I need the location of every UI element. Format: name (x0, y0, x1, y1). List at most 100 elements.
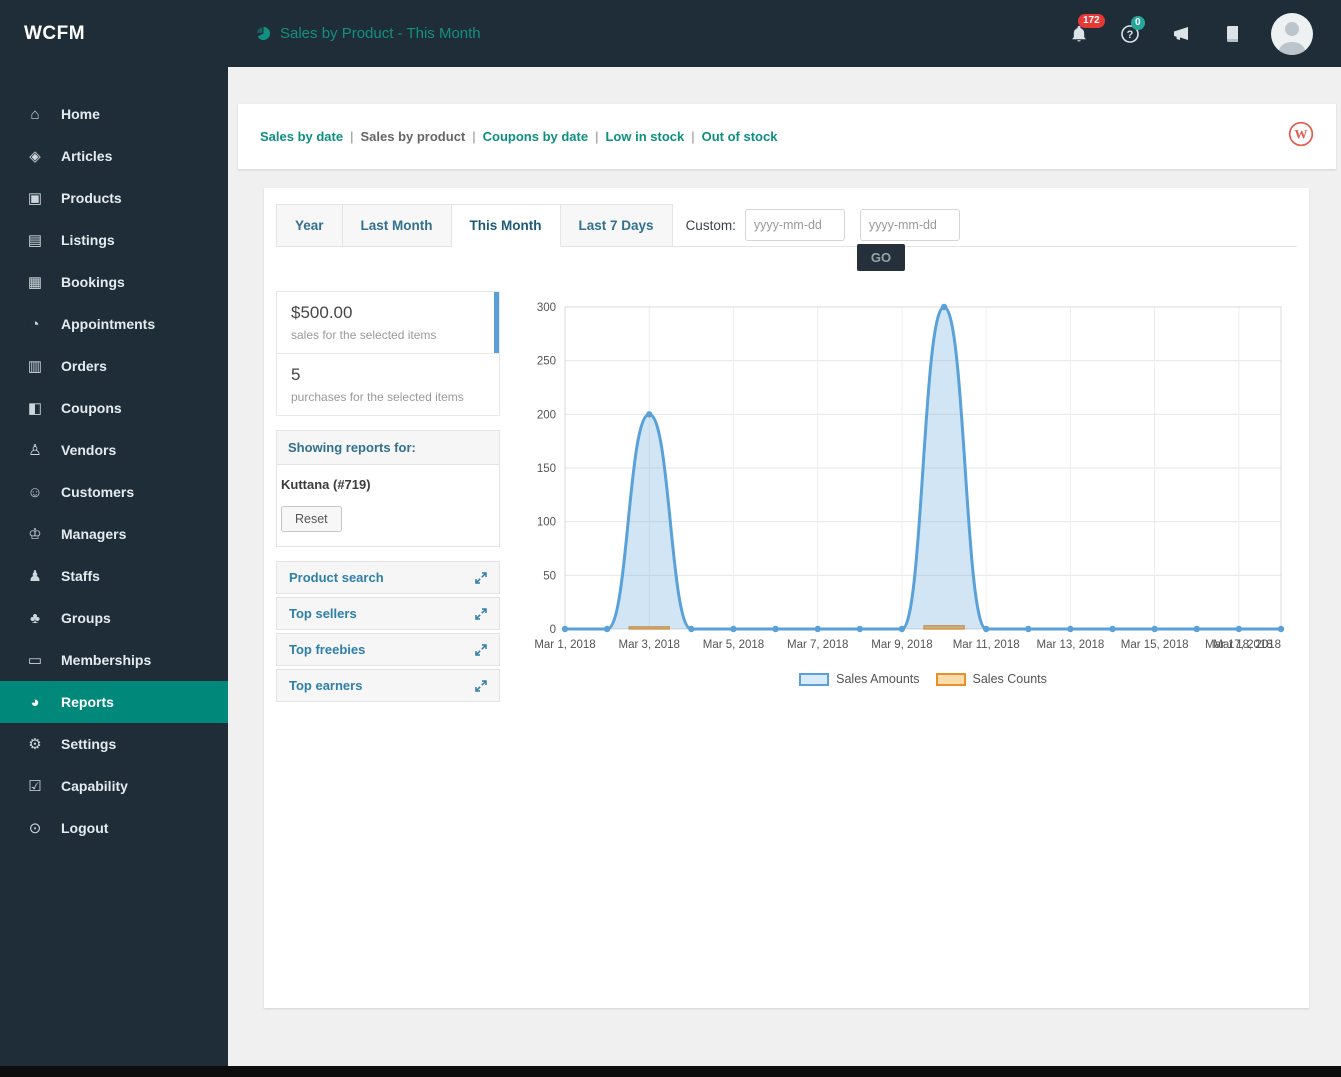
svg-text:300: 300 (537, 302, 556, 314)
breadcrumb-link-sales-by-date[interactable]: Sales by date (260, 129, 343, 144)
sidebar-item-memberships[interactable]: ▭ Memberships (0, 639, 228, 681)
sidebar-item-settings[interactable]: ⚙ Settings (0, 723, 228, 765)
expand-icon (475, 679, 487, 692)
panel-top-freebies[interactable]: Top freebies (276, 633, 500, 666)
sidebar-item-label: Articles (61, 148, 113, 164)
vendor-name: Kuttana (#719) (281, 477, 371, 492)
reports-icon: ◕ (30, 693, 40, 711)
top-header: WCFM Sales by Product - This Month 172 ?… (0, 0, 1341, 67)
sidebar-item-articles[interactable]: ◈ Articles (0, 135, 228, 177)
legend-item-sales-amounts: Sales Amounts (799, 672, 920, 686)
purchases-value: 5 (291, 365, 301, 384)
sidebar-item-label: Appointments (61, 316, 156, 332)
sidebar-item-staffs[interactable]: ♟ Staffs (0, 555, 228, 597)
sidebar-item-listings[interactable]: ▤ Listings (0, 219, 228, 261)
showing-reports-body: Kuttana (#719) Reset (277, 465, 499, 546)
announcements-megaphone-icon[interactable] (1169, 22, 1193, 46)
svg-text:200: 200 (537, 409, 556, 421)
sidebar-item-logout[interactable]: ⊙ Logout (0, 807, 228, 849)
tab-last-month[interactable]: Last Month (342, 204, 452, 247)
breadcrumb-link-low-in-stock[interactable]: Low in stock (605, 129, 684, 144)
sidebar-item-label: Memberships (61, 652, 152, 668)
wordpress-logo-icon[interactable]: W (1288, 121, 1314, 152)
sidebar-item-label: Listings (61, 232, 115, 248)
showing-reports-heading: Showing reports for: (277, 431, 499, 465)
sidebar-item-home[interactable]: ⌂ Home (0, 93, 228, 135)
sidebar-item-label: Home (61, 106, 100, 122)
breadcrumb-separator: | (472, 129, 476, 144)
chart-legend: Sales Amounts Sales Counts (565, 672, 1281, 686)
sidebar-item-managers[interactable]: ♔ Managers (0, 513, 228, 555)
panel-label: Product search (289, 570, 384, 585)
notifications-bell-icon[interactable]: 172 (1067, 13, 1105, 46)
panel-top-sellers[interactable]: Top sellers (276, 597, 500, 630)
app-logo[interactable]: WCFM (0, 23, 228, 45)
go-button[interactable]: GO (857, 244, 905, 271)
customers-icon: ☺ (27, 483, 43, 501)
legend-swatch-sales-amounts (799, 672, 830, 686)
sidebar-item-label: Settings (61, 736, 117, 752)
sidebar-item-appointments[interactable]: ◔ Appointments (0, 303, 228, 345)
report-range-tabbar: Year Last Month This Month Last 7 Days Cust… (276, 204, 1297, 247)
panel-label: Top earners (289, 678, 363, 693)
sidebar-item-label: Managers (61, 526, 127, 542)
sidebar-item-bookings[interactable]: ▦ Bookings (0, 261, 228, 303)
sidebar-item-orders[interactable]: ▥ Orders (0, 345, 228, 387)
report-body: $500.00 sales for the selected items 5 p… (276, 291, 1297, 702)
help-icon[interactable]: ? 0 (1118, 15, 1145, 46)
appointments-icon: ◔ (30, 315, 40, 333)
panel-top-earners[interactable]: Top earners (276, 669, 500, 702)
sidebar-item-products[interactable]: ▣ Products (0, 177, 228, 219)
articles-icon: ◈ (29, 148, 41, 165)
svg-text:Mar 3, 2018: Mar 3, 2018 (619, 639, 680, 651)
sidebar-item-label: Capability (61, 778, 128, 794)
sidebar-item-reports[interactable]: ◕ Reports (0, 681, 228, 723)
svg-text:Mar 7, 2018: Mar 7, 2018 (787, 639, 848, 651)
svg-text:W: W (1295, 127, 1308, 142)
panel-product-search[interactable]: Product search (276, 561, 500, 594)
sales-total-stat: $500.00 sales for the selected items (277, 292, 499, 353)
sidebar-item-vendors[interactable]: ♙ Vendors (0, 429, 228, 471)
legend-item-sales-counts: Sales Counts (935, 672, 1047, 686)
sidebar-item-capability[interactable]: ☑ Capability (0, 765, 228, 807)
svg-text:Mar 13, 2018: Mar 13, 2018 (1037, 639, 1105, 651)
expand-icon (475, 571, 487, 584)
custom-date-to-input[interactable] (859, 209, 960, 241)
capability-icon: ☑ (28, 778, 42, 795)
breadcrumb-separator: | (350, 129, 354, 144)
user-avatar[interactable] (1271, 12, 1313, 55)
logout-icon: ⊙ (28, 820, 42, 837)
sidebar-item-groups[interactable]: ♣ Groups (0, 597, 228, 639)
reset-button[interactable]: Reset (281, 506, 342, 532)
home-icon: ⌂ (30, 105, 40, 123)
summary-stats: $500.00 sales for the selected items 5 p… (276, 291, 500, 416)
sidebar-item-label: Reports (61, 694, 114, 710)
sidebar-item-label: Vendors (61, 442, 117, 458)
bottom-bar (0, 1066, 1341, 1077)
tab-year[interactable]: Year (276, 204, 343, 247)
svg-text:150: 150 (537, 463, 556, 475)
page-title-text: Sales by Product - This Month (280, 25, 481, 42)
breadcrumb-link-coupons-by-date[interactable]: Coupons by date (483, 129, 588, 144)
pie-chart-icon (256, 26, 271, 41)
tab-last-7-days[interactable]: Last 7 Days (560, 204, 673, 247)
sidebar-item-label: Orders (61, 358, 107, 374)
knowledgebase-book-icon[interactable] (1220, 22, 1244, 46)
sidebar-item-coupons[interactable]: ◧ Coupons (0, 387, 228, 429)
managers-icon: ♔ (28, 526, 42, 543)
groups-icon: ♣ (30, 609, 40, 627)
report-sidebar: $500.00 sales for the selected items 5 p… (276, 291, 500, 702)
tab-this-month[interactable]: This Month (451, 204, 561, 247)
bookings-icon: ▦ (27, 274, 43, 291)
breadcrumb-link-out-of-stock[interactable]: Out of stock (702, 129, 778, 144)
svg-text:250: 250 (537, 356, 556, 368)
panel-label: Top sellers (289, 606, 357, 621)
sidebar-item-label: Products (61, 190, 122, 206)
svg-text:Mar 9, 2018: Mar 9, 2018 (871, 639, 932, 651)
sales-chart-svg: 0 50 100 150 200 250 300 Mar 1, 2018 Mar 3, 2018… (534, 302, 1285, 651)
panel-label: Top freebies (289, 642, 366, 657)
svg-text:Mar 11, 2018: Mar 11, 2018 (953, 639, 1020, 651)
breadcrumb: Sales by date | Sales by product | Coupons b… (238, 104, 1336, 169)
custom-date-from-input[interactable] (744, 209, 845, 241)
sidebar-item-customers[interactable]: ☺ Customers (0, 471, 228, 513)
